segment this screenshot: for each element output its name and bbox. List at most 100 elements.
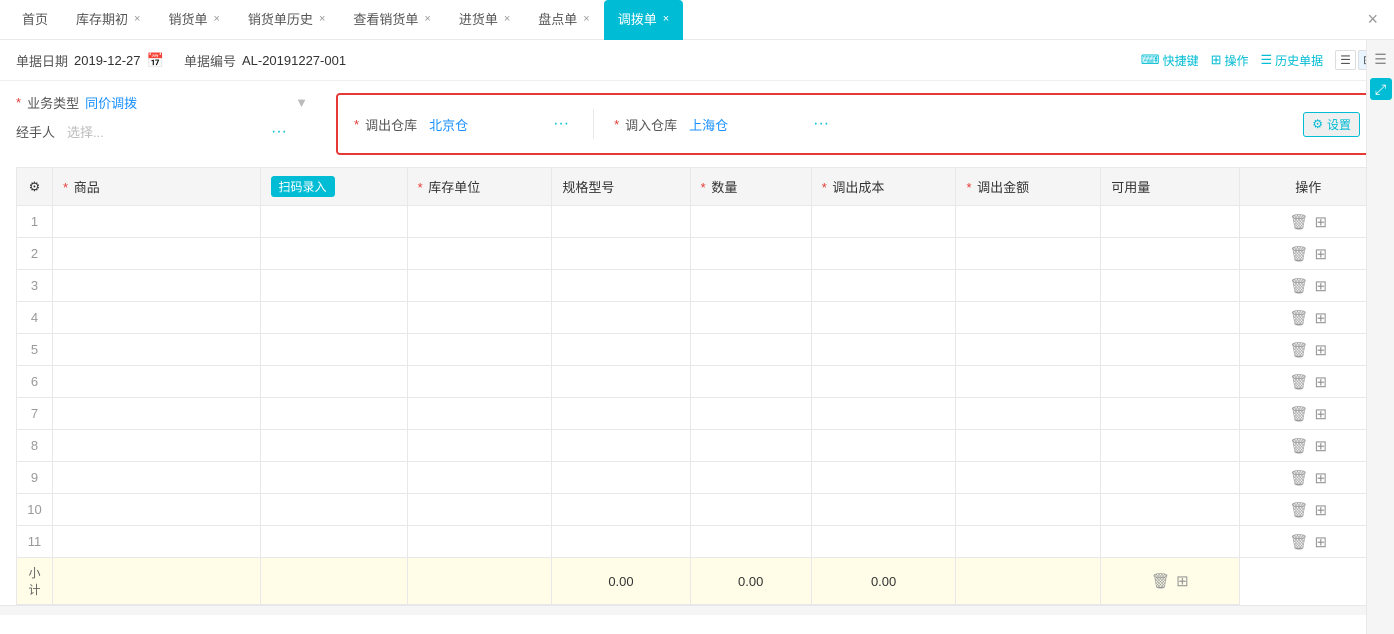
row-qty[interactable] [690, 206, 811, 238]
row-amount[interactable] [956, 526, 1101, 558]
row-unit[interactable] [407, 366, 552, 398]
row-delete-icon[interactable]: 🗑 [1289, 405, 1308, 423]
row-cost[interactable] [811, 494, 956, 526]
row-copy-icon[interactable]: ⊞ [1315, 469, 1328, 487]
row-qty[interactable] [690, 366, 811, 398]
row-delete-icon[interactable]: 🗑 [1289, 437, 1308, 455]
tab-sales-order-close[interactable]: × [213, 13, 219, 25]
row-spec[interactable] [552, 206, 690, 238]
calendar-icon[interactable]: 📅 [147, 52, 164, 69]
tab-transfer-order[interactable]: 调拨单 × [604, 0, 683, 40]
row-product[interactable] [53, 334, 261, 366]
row-product[interactable] [53, 526, 261, 558]
row-spec[interactable] [552, 302, 690, 334]
view-toggle-list[interactable]: ☰ [1335, 50, 1356, 70]
row-qty[interactable] [690, 302, 811, 334]
row-product[interactable] [53, 366, 261, 398]
row-copy-icon[interactable]: ⊞ [1315, 309, 1328, 327]
row-amount[interactable] [956, 366, 1101, 398]
row-available[interactable] [1101, 302, 1239, 334]
row-spec[interactable] [552, 334, 690, 366]
row-unit[interactable] [407, 526, 552, 558]
row-available[interactable] [1101, 398, 1239, 430]
row-unit[interactable] [407, 430, 552, 462]
row-delete-icon[interactable]: 🗑 [1289, 501, 1308, 519]
row-copy-icon[interactable]: ⊞ [1315, 341, 1328, 359]
row-unit[interactable] [407, 302, 552, 334]
row-product[interactable] [53, 302, 261, 334]
row-spec[interactable] [552, 430, 690, 462]
row-product[interactable] [53, 398, 261, 430]
row-product[interactable] [53, 270, 261, 302]
row-spec[interactable] [552, 462, 690, 494]
handler-input[interactable]: 选择... [61, 122, 261, 141]
row-delete-icon[interactable]: 🗑 [1289, 469, 1308, 487]
tab-purchase-order[interactable]: 进货单 × [445, 0, 524, 40]
tab-sales-history[interactable]: 销货单历史 × [234, 0, 339, 40]
tab-inventory-init-close[interactable]: × [134, 13, 140, 25]
row-delete-icon[interactable]: 🗑 [1289, 341, 1308, 359]
row-unit[interactable] [407, 270, 552, 302]
row-spec[interactable] [552, 526, 690, 558]
th-gear[interactable]: ⚙ [17, 168, 53, 206]
row-cost[interactable] [811, 366, 956, 398]
row-available[interactable] [1101, 430, 1239, 462]
tab-view-sales[interactable]: 查看销货单 × [339, 0, 444, 40]
row-available[interactable] [1101, 238, 1239, 270]
row-unit[interactable] [407, 334, 552, 366]
row-cost[interactable] [811, 430, 956, 462]
history-button[interactable]: ☰ 历史单据 [1261, 52, 1324, 69]
row-product[interactable] [53, 494, 261, 526]
tab-inventory-check-close[interactable]: × [583, 13, 589, 25]
settings-button[interactable]: ⚙ 设置 [1303, 112, 1360, 137]
row-available[interactable] [1101, 206, 1239, 238]
target-warehouse-more[interactable]: ··· [809, 115, 833, 133]
row-available[interactable] [1101, 494, 1239, 526]
row-spec[interactable] [552, 366, 690, 398]
row-amount[interactable] [956, 302, 1101, 334]
row-amount[interactable] [956, 334, 1101, 366]
sidebar-expand-icon[interactable]: ⤢ [1370, 78, 1392, 100]
row-qty[interactable] [690, 526, 811, 558]
row-copy-icon[interactable]: ⊞ [1315, 277, 1328, 295]
row-delete-icon[interactable]: 🗑 [1289, 373, 1308, 391]
row-cost[interactable] [811, 526, 956, 558]
row-cost[interactable] [811, 398, 956, 430]
row-delete-icon[interactable]: 🗑 [1289, 277, 1308, 295]
row-unit[interactable] [407, 494, 552, 526]
row-unit[interactable] [407, 206, 552, 238]
row-unit[interactable] [407, 238, 552, 270]
tab-sales-order[interactable]: 销货单 × [154, 0, 233, 40]
row-amount[interactable] [956, 398, 1101, 430]
business-type-value[interactable]: 同价调拨 [85, 93, 285, 112]
tab-purchase-order-close[interactable]: × [504, 13, 510, 25]
row-cost[interactable] [811, 206, 956, 238]
row-copy-icon[interactable]: ⊞ [1315, 245, 1328, 263]
tab-inventory-init[interactable]: 库存期初 × [62, 0, 154, 40]
target-warehouse-value[interactable]: 上海仓 [683, 115, 803, 134]
row-delete-icon[interactable]: 🗑 [1289, 245, 1308, 263]
tab-view-sales-close[interactable]: × [424, 13, 430, 25]
row-cost[interactable] [811, 238, 956, 270]
row-unit[interactable] [407, 462, 552, 494]
row-qty[interactable] [690, 398, 811, 430]
row-amount[interactable] [956, 238, 1101, 270]
row-qty[interactable] [690, 270, 811, 302]
row-amount[interactable] [956, 430, 1101, 462]
row-amount[interactable] [956, 494, 1101, 526]
row-spec[interactable] [552, 398, 690, 430]
row-available[interactable] [1101, 334, 1239, 366]
bottom-scrollbar[interactable] [0, 605, 1394, 615]
sidebar-list-icon[interactable]: ☰ [1370, 48, 1392, 70]
date-value[interactable]: 2019-12-27 [74, 53, 141, 68]
row-delete-icon[interactable]: 🗑 [1289, 533, 1308, 551]
shortcuts-button[interactable]: ⌨ 快捷键 [1141, 52, 1199, 69]
row-spec[interactable] [552, 238, 690, 270]
row-copy-icon[interactable]: ⊞ [1315, 437, 1328, 455]
tab-sales-history-close[interactable]: × [319, 13, 325, 25]
row-cost[interactable] [811, 462, 956, 494]
scan-button[interactable]: 扫码录入 [271, 176, 335, 197]
row-cost[interactable] [811, 334, 956, 366]
row-copy-icon[interactable]: ⊞ [1315, 213, 1328, 231]
row-cost[interactable] [811, 270, 956, 302]
